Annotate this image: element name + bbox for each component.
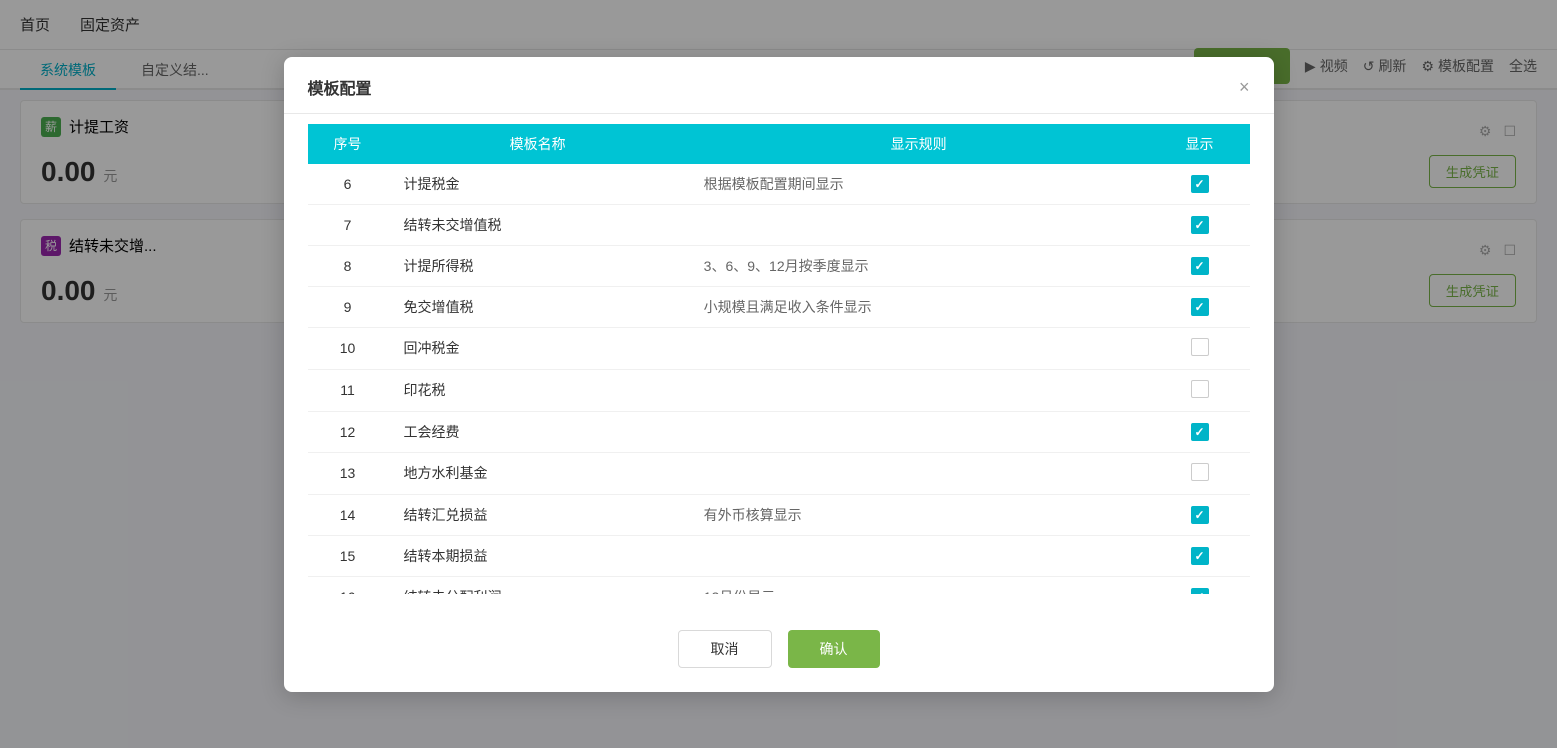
- row-index: 13: [308, 452, 388, 494]
- table-row: 9免交增值税小规模且满足收入条件显示: [308, 286, 1250, 327]
- table-row: 16结转未分配利润12月份显示: [308, 576, 1250, 594]
- row-checkbox-cell: [1150, 327, 1250, 369]
- row-index: 6: [308, 164, 388, 205]
- table-row: 10回冲税金: [308, 327, 1250, 369]
- row-index: 16: [308, 576, 388, 594]
- row-index: 12: [308, 411, 388, 452]
- row-rule: [688, 204, 1150, 245]
- row-checkbox-cell: [1150, 576, 1250, 594]
- row-name: 地方水利基金: [388, 452, 688, 494]
- table-row: 15结转本期损益: [308, 535, 1250, 576]
- row-checkbox[interactable]: [1191, 257, 1209, 275]
- table-row: 8计提所得税3、6、9、12月按季度显示: [308, 245, 1250, 286]
- modal-overlay: 模板配置 × 序号 模板名称 显示规则 显示 6计提税金根据模板配置期间显示7结…: [0, 0, 1557, 748]
- config-table: 序号 模板名称 显示规则 显示 6计提税金根据模板配置期间显示7结转未交增值税8…: [308, 124, 1250, 594]
- row-checkbox[interactable]: [1191, 506, 1209, 524]
- row-index: 11: [308, 369, 388, 411]
- col-header-rule: 显示规则: [688, 124, 1150, 164]
- row-index: 14: [308, 494, 388, 535]
- row-name: 结转本期损益: [388, 535, 688, 576]
- table-header: 序号 模板名称 显示规则 显示: [308, 124, 1250, 164]
- row-checkbox[interactable]: [1191, 547, 1209, 565]
- table-row: 12工会经费: [308, 411, 1250, 452]
- row-rule: [688, 369, 1150, 411]
- row-index: 7: [308, 204, 388, 245]
- modal-header: 模板配置 ×: [284, 57, 1274, 114]
- row-rule: 3、6、9、12月按季度显示: [688, 245, 1150, 286]
- row-rule: 小规模且满足收入条件显示: [688, 286, 1150, 327]
- row-name: 计提税金: [388, 164, 688, 205]
- row-rule: 12月份显示: [688, 576, 1150, 594]
- row-index: 15: [308, 535, 388, 576]
- row-checkbox[interactable]: [1191, 338, 1209, 356]
- row-checkbox[interactable]: [1191, 380, 1209, 398]
- col-header-name: 模板名称: [388, 124, 688, 164]
- modal-template-config: 模板配置 × 序号 模板名称 显示规则 显示 6计提税金根据模板配置期间显示7结…: [284, 57, 1274, 692]
- confirm-button[interactable]: 确认: [788, 630, 880, 668]
- row-name: 印花税: [388, 369, 688, 411]
- row-checkbox-cell: [1150, 164, 1250, 205]
- row-rule: 有外币核算显示: [688, 494, 1150, 535]
- row-checkbox[interactable]: [1191, 298, 1209, 316]
- row-name: 结转未分配利润: [388, 576, 688, 594]
- row-checkbox-cell: [1150, 452, 1250, 494]
- row-checkbox-cell: [1150, 369, 1250, 411]
- row-index: 10: [308, 327, 388, 369]
- row-rule: 根据模板配置期间显示: [688, 164, 1150, 205]
- table-scroll-area[interactable]: 序号 模板名称 显示规则 显示 6计提税金根据模板配置期间显示7结转未交增值税8…: [308, 114, 1250, 594]
- table-row: 13地方水利基金: [308, 452, 1250, 494]
- row-checkbox[interactable]: [1191, 175, 1209, 193]
- row-name: 结转汇兑损益: [388, 494, 688, 535]
- row-checkbox[interactable]: [1191, 216, 1209, 234]
- row-checkbox-cell: [1150, 494, 1250, 535]
- cancel-button[interactable]: 取消: [678, 630, 772, 668]
- modal-body: 序号 模板名称 显示规则 显示 6计提税金根据模板配置期间显示7结转未交增值税8…: [284, 114, 1274, 614]
- row-name: 工会经费: [388, 411, 688, 452]
- table-body: 6计提税金根据模板配置期间显示7结转未交增值税8计提所得税3、6、9、12月按季…: [308, 164, 1250, 594]
- modal-close-button[interactable]: ×: [1239, 78, 1250, 96]
- row-checkbox[interactable]: [1191, 423, 1209, 441]
- row-checkbox-cell: [1150, 245, 1250, 286]
- row-index: 9: [308, 286, 388, 327]
- row-name: 结转未交增值税: [388, 204, 688, 245]
- row-checkbox-cell: [1150, 411, 1250, 452]
- modal-title: 模板配置: [308, 75, 372, 99]
- row-checkbox-cell: [1150, 535, 1250, 576]
- row-rule: [688, 452, 1150, 494]
- row-checkbox-cell: [1150, 286, 1250, 327]
- row-name: 免交增值税: [388, 286, 688, 327]
- row-rule: [688, 411, 1150, 452]
- col-header-index: 序号: [308, 124, 388, 164]
- row-checkbox[interactable]: [1191, 463, 1209, 481]
- table-row: 7结转未交增值税: [308, 204, 1250, 245]
- row-rule: [688, 327, 1150, 369]
- table-row: 6计提税金根据模板配置期间显示: [308, 164, 1250, 205]
- col-header-display: 显示: [1150, 124, 1250, 164]
- row-checkbox-cell: [1150, 204, 1250, 245]
- row-rule: [688, 535, 1150, 576]
- row-name: 计提所得税: [388, 245, 688, 286]
- row-index: 8: [308, 245, 388, 286]
- modal-footer: 取消 确认: [284, 614, 1274, 692]
- table-row: 11印花税: [308, 369, 1250, 411]
- table-row: 14结转汇兑损益有外币核算显示: [308, 494, 1250, 535]
- row-name: 回冲税金: [388, 327, 688, 369]
- row-checkbox[interactable]: [1191, 588, 1209, 594]
